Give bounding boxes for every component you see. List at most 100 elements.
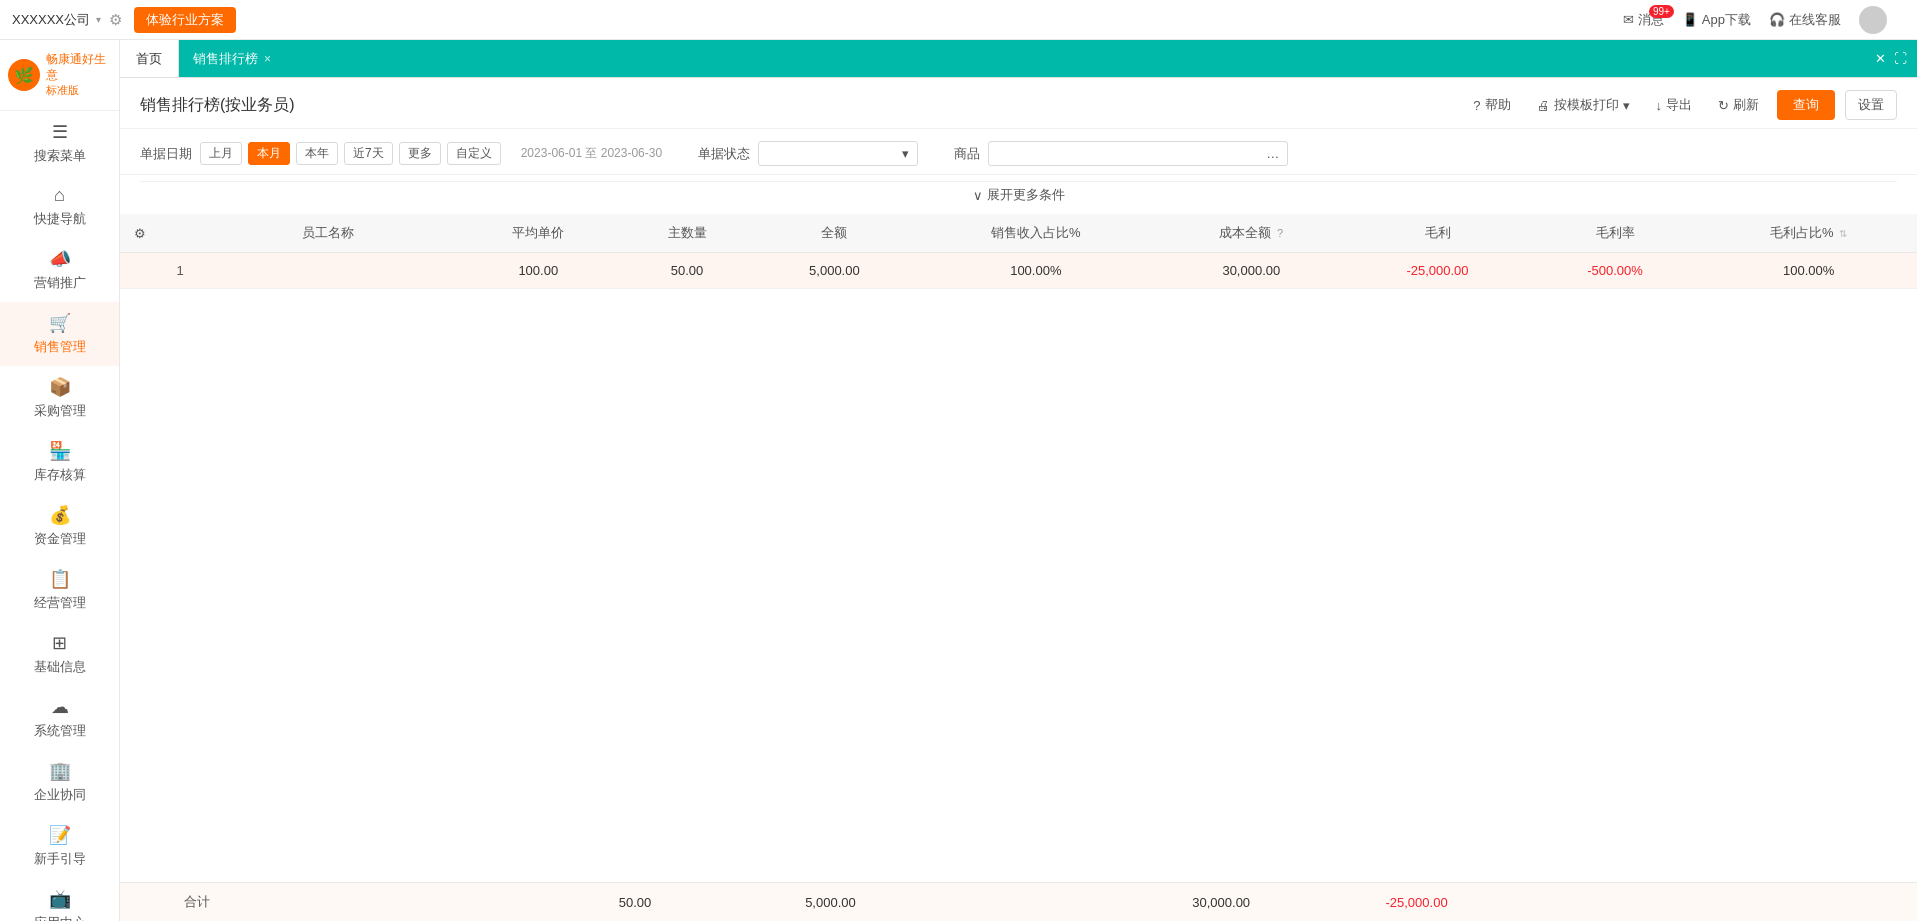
footer-gross: -25,000.00 xyxy=(1319,895,1514,910)
sidebar-item-marketing[interactable]: 📣 营销推广 xyxy=(0,238,119,302)
sidebar-item-guide[interactable]: 📝 新手引导 xyxy=(0,814,119,878)
sidebar-item-search[interactable]: ☰ 搜索菜单 xyxy=(0,111,119,175)
export-label: 导出 xyxy=(1666,96,1692,114)
col-amount: 全额 xyxy=(755,214,915,253)
date-more[interactable]: 更多 xyxy=(399,142,441,165)
maximize-icon[interactable]: ⛶ xyxy=(1894,51,1907,66)
col-settings[interactable]: ⚙ xyxy=(120,214,160,253)
footer-avg-price xyxy=(342,895,537,910)
refresh-icon: ↻ xyxy=(1718,98,1729,113)
chevron-expand-icon: ∨ xyxy=(973,188,983,203)
message-button[interactable]: ✉ 消息 99+ xyxy=(1623,11,1664,29)
tab-sales-ranking[interactable]: 销售排行榜 × xyxy=(179,40,285,77)
date-filter-options: 上月 本月 本年 近7天 更多 自定义 xyxy=(200,142,501,165)
query-button[interactable]: 查询 xyxy=(1777,90,1835,120)
home-icon: ⌂ xyxy=(54,185,65,206)
row-gross-rate: -500.00% xyxy=(1530,253,1701,289)
cooperation-icon: 🏢 xyxy=(49,760,71,782)
service-label: 在线客服 xyxy=(1789,11,1841,29)
col-gross-pct: 毛利占比% ⇅ xyxy=(1700,214,1917,253)
date-filter-group: 单据日期 上月 本月 本年 近7天 更多 自定义 xyxy=(140,142,501,165)
page-header: 销售排行榜(按业务员) ? 帮助 🖨 按模板打印 ▾ ↓ 导出 xyxy=(120,78,1917,129)
sidebar-item-label: 搜索菜单 xyxy=(34,147,86,165)
logo-sub: 标准版 xyxy=(46,83,111,98)
online-service-button[interactable]: 🎧 在线客服 xyxy=(1769,11,1841,29)
cost-help-icon[interactable]: ? xyxy=(1277,227,1283,239)
date-range-display: 2023-06-01 至 2023-06-30 xyxy=(517,145,662,162)
col-sales-pct: 销售收入占比% xyxy=(914,214,1157,253)
date-filter-label: 单据日期 xyxy=(140,145,192,163)
sidebar-item-label: 销售管理 xyxy=(34,338,86,356)
sidebar-item-basic[interactable]: ⊞ 基础信息 xyxy=(0,622,119,686)
company-name: XXXXXX公司 xyxy=(12,11,90,29)
date-current-month[interactable]: 本月 xyxy=(248,142,290,165)
gear-icon[interactable]: ⚙ xyxy=(109,11,122,29)
sidebar-item-label: 基础信息 xyxy=(34,658,86,676)
topbar-right: ✉ 消息 99+ 📱 App下载 🎧 在线客服 xyxy=(1623,6,1905,34)
avatar[interactable] xyxy=(1859,6,1887,34)
tab-home-label: 首页 xyxy=(136,50,162,68)
content-area: 首页 销售排行榜 × ✕ ⛶ 销售排行榜(按业务员) ? 帮助 xyxy=(120,40,1917,921)
row-name xyxy=(200,253,457,289)
export-button[interactable]: ↓ 导出 xyxy=(1648,92,1701,118)
trial-button[interactable]: 体验行业方案 xyxy=(134,7,236,33)
col-rank xyxy=(160,214,200,253)
settings-button[interactable]: 设置 xyxy=(1845,90,1897,120)
col-gross-rate: 毛利率 xyxy=(1530,214,1701,253)
row-amount: 5,000.00 xyxy=(755,253,915,289)
topbar: XXXXXX公司 ▾ ⚙ 体验行业方案 ✉ 消息 99+ 📱 App下载 🎧 在… xyxy=(0,0,1917,40)
sort-gross-pct-icon[interactable]: ⇅ xyxy=(1839,228,1847,239)
date-range-text: 2023-06-01 至 2023-06-30 xyxy=(521,146,662,160)
search-menu-icon: ☰ xyxy=(52,121,68,143)
table-container: ⚙ 员工名称 平均单价 主数量 全额 销售收入占比% 成本全额 ? 毛利 xyxy=(120,214,1917,882)
system-icon: ☁ xyxy=(51,696,69,718)
date-custom[interactable]: 自定义 xyxy=(447,142,501,165)
tab-label: 销售排行榜 xyxy=(193,50,258,68)
sidebar-item-apps[interactable]: 📺 应用中心 xyxy=(0,878,119,921)
help-icon: ? xyxy=(1473,98,1480,113)
template-print-label: 按模板打印 xyxy=(1554,96,1619,114)
main-layout: 🌿 畅康通好生意 标准版 ☰ 搜索菜单 ⌂ 快捷导航 📣 营销推广 🛒 销售管理… xyxy=(0,40,1917,921)
tab-home[interactable]: 首页 xyxy=(120,40,179,77)
sidebar-item-label: 新手引导 xyxy=(34,850,86,868)
close-icon[interactable]: × xyxy=(264,52,271,66)
status-select[interactable]: ▾ xyxy=(758,141,918,166)
sidebar-item-inventory[interactable]: 🏪 库存核算 xyxy=(0,430,119,494)
refresh-label: 刷新 xyxy=(1733,96,1759,114)
date-prev-month[interactable]: 上月 xyxy=(200,142,242,165)
logo-name: 畅康通好生意 xyxy=(46,52,111,83)
sidebar-item-operations[interactable]: 📋 经营管理 xyxy=(0,558,119,622)
sidebar-item-shortcut[interactable]: ⌂ 快捷导航 xyxy=(0,175,119,238)
basic-icon: ⊞ xyxy=(52,632,67,654)
date-7days[interactable]: 近7天 xyxy=(344,142,393,165)
message-badge: 99+ xyxy=(1649,5,1674,18)
row-gross: -25,000.00 xyxy=(1345,253,1530,289)
sidebar-item-sales[interactable]: 🛒 销售管理 xyxy=(0,302,119,366)
sidebar-item-finance[interactable]: 💰 资金管理 xyxy=(0,494,119,558)
sidebar-item-label: 库存核算 xyxy=(34,466,86,484)
sidebar-item-cooperation[interactable]: 🏢 企业协同 xyxy=(0,750,119,814)
sidebar-logo: 🌿 畅康通好生意 标准版 xyxy=(0,40,119,111)
goods-filter-label: 商品 xyxy=(954,145,980,163)
goods-filter-group: 商品 … xyxy=(954,141,1288,166)
row-cost: 30,000.00 xyxy=(1157,253,1345,289)
sidebar-item-system[interactable]: ☁ 系统管理 xyxy=(0,686,119,750)
help-label: 帮助 xyxy=(1485,96,1511,114)
inventory-icon: 🏪 xyxy=(49,440,71,462)
row-sales-pct: 100.00% xyxy=(914,253,1157,289)
help-button[interactable]: ? 帮助 xyxy=(1465,92,1518,118)
company-selector[interactable]: XXXXXX公司 ▾ xyxy=(12,11,101,29)
expand-more-button[interactable]: ∨ 展开更多条件 xyxy=(140,181,1897,208)
date-current-year[interactable]: 本年 xyxy=(296,142,338,165)
close-window-icon[interactable]: ✕ xyxy=(1875,51,1886,66)
goods-input[interactable]: … xyxy=(988,141,1288,166)
sidebar-item-label: 经营管理 xyxy=(34,594,86,612)
sidebar-item-label: 应用中心 xyxy=(34,914,86,921)
operations-icon: 📋 xyxy=(49,568,71,590)
sidebar-item-purchase[interactable]: 📦 采购管理 xyxy=(0,366,119,430)
refresh-button[interactable]: ↻ 刷新 xyxy=(1710,92,1767,118)
sales-icon: 🛒 xyxy=(49,312,71,334)
app-download-button[interactable]: 📱 App下载 xyxy=(1682,11,1751,29)
ellipsis-icon: … xyxy=(1266,146,1279,161)
template-print-button[interactable]: 🖨 按模板打印 ▾ xyxy=(1529,92,1638,118)
